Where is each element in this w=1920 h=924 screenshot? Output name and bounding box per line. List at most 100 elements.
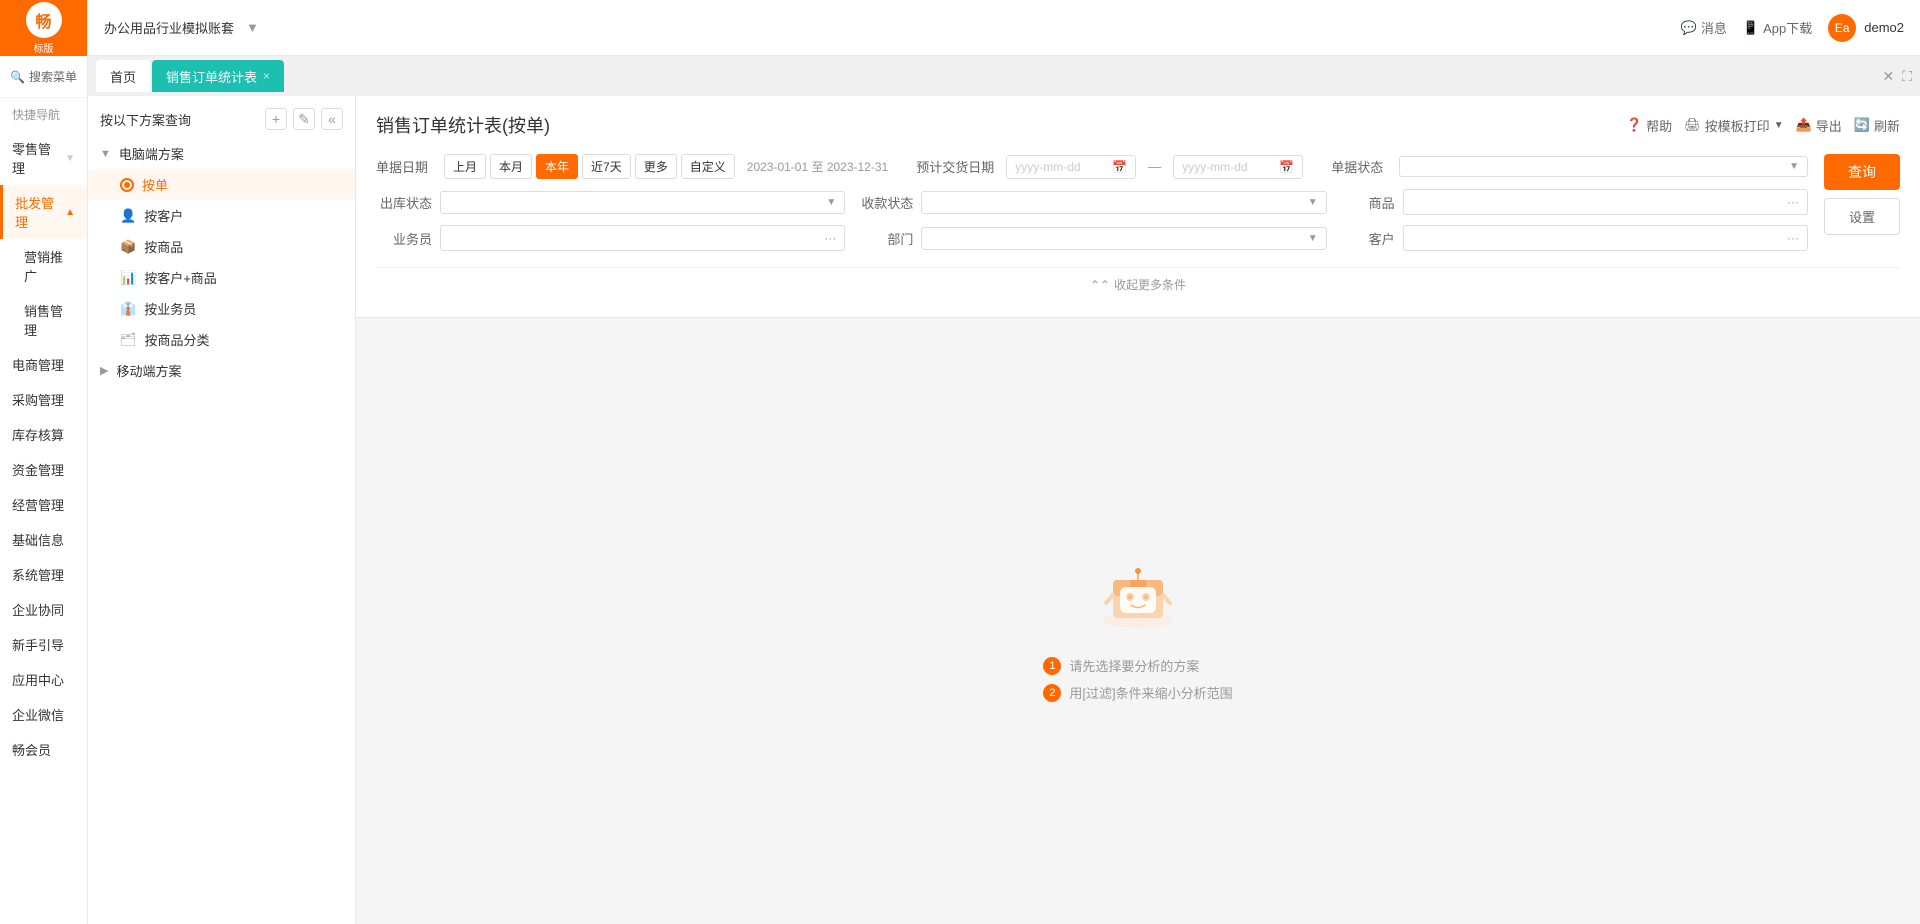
chevron-down-icon-pay: ▼: [1308, 197, 1318, 208]
sidebar-item-label: 零售管理: [12, 139, 57, 177]
sidebar-item-label: 营销推广: [24, 247, 75, 285]
refresh-label: 刷新: [1874, 116, 1900, 135]
avatar-text: Ea: [1835, 21, 1850, 35]
tree-item-by-customer-product[interactable]: 📊 按客户+商品: [88, 262, 355, 293]
expected-date-end[interactable]: yyyy-mm-dd 📅: [1173, 155, 1303, 179]
edit-icon: ✎: [298, 111, 310, 128]
department-label: 部门: [857, 229, 913, 248]
product-field: 商品 ···: [1339, 189, 1808, 215]
tree-item-by-category[interactable]: 🗂 按商品分类: [88, 324, 355, 355]
sidebar-item-system[interactable]: 系统管理: [0, 557, 87, 592]
add-scheme-button[interactable]: +: [265, 108, 287, 130]
tab-sales-stats[interactable]: 销售订单统计表 ×: [152, 60, 284, 92]
sidebar-item-sales[interactable]: 销售管理: [0, 293, 87, 347]
expected-date-label: 预计交货日期: [916, 157, 994, 176]
date-btn-more[interactable]: 更多: [635, 154, 677, 179]
sidebar-item-newbie[interactable]: 新手引导: [0, 627, 87, 662]
payment-status-select[interactable]: ▼: [921, 191, 1326, 214]
export-label: 导出: [1816, 116, 1842, 135]
user-section: Ea demo2: [1828, 14, 1904, 42]
print-icon: 🖨: [1684, 117, 1701, 133]
salesperson-select[interactable]: ···: [440, 225, 845, 251]
sidebar-item-member[interactable]: 畅会员: [0, 732, 87, 767]
chevron-down-icon-dept: ▼: [1308, 233, 1318, 244]
more-icon-product: ···: [1787, 195, 1799, 209]
print-dropdown-icon: ▼: [1774, 120, 1784, 131]
tab-close-icon[interactable]: ×: [263, 69, 270, 83]
sidebar-item-wechat[interactable]: 企业微信: [0, 697, 87, 732]
tree-parent-pc[interactable]: ▼ 电脑端方案: [88, 138, 355, 169]
tree-label-mobile: 移动端方案: [116, 361, 181, 380]
sidebar-item-label: 畅会员: [12, 740, 51, 759]
date-filter-label: 单据日期: [376, 157, 432, 176]
filter-main: 单据日期 上月 本月 本年 近7天 更多 自定义 2023-01-01 至 20…: [376, 154, 1808, 255]
sidebar-item-app-center[interactable]: 应用中心: [0, 662, 87, 697]
collapse-panel-button[interactable]: «: [321, 108, 343, 130]
refresh-button[interactable]: 🔄 刷新: [1854, 116, 1900, 135]
settings-button[interactable]: 设置: [1824, 198, 1900, 235]
export-button[interactable]: 📤 导出: [1796, 116, 1842, 135]
collapse-row: ⌃⌃ 收起更多条件: [376, 267, 1900, 301]
product-select[interactable]: ···: [1403, 189, 1808, 215]
help-button[interactable]: ❓ 帮助: [1626, 116, 1672, 135]
product-icon: 📦: [120, 239, 136, 255]
tree-item-by-customer[interactable]: 👤 按客户: [88, 200, 355, 231]
date-btn-7days[interactable]: 近7天: [582, 154, 631, 179]
sidebar-item-wholesale[interactable]: 批发管理 ▲: [0, 185, 87, 239]
sidebar-item-retail[interactable]: 零售管理 ▼: [0, 131, 87, 185]
status-dropdown-icon: ▼: [1789, 161, 1799, 172]
sidebar-item-label: 企业微信: [12, 705, 64, 724]
date-btn-last-month[interactable]: 上月: [444, 154, 486, 179]
sidebar-item-enterprise[interactable]: 企业协同: [0, 592, 87, 627]
date-btn-this-month[interactable]: 本月: [490, 154, 532, 179]
app-download-button[interactable]: 📱 App下载: [1743, 18, 1812, 37]
sidebar-item-inventory[interactable]: 库存核算: [0, 417, 87, 452]
chevron-down-icon: ▲: [65, 207, 75, 218]
salesperson-label: 业务员: [376, 229, 432, 248]
tree-item-by-product[interactable]: 📦 按商品: [88, 231, 355, 262]
query-button[interactable]: 查询: [1824, 154, 1900, 190]
sidebar-item-marketing[interactable]: 营销推广: [0, 239, 87, 293]
message-button[interactable]: 💬 消息: [1681, 18, 1727, 37]
logo-icon: 畅: [26, 2, 62, 38]
delivery-status-select[interactable]: ▼: [440, 191, 845, 214]
sidebar-item-operations[interactable]: 经营管理: [0, 487, 87, 522]
sidebar-item-purchase[interactable]: 采购管理: [0, 382, 87, 417]
status-select[interactable]: ▼: [1399, 156, 1808, 177]
status-label: 单据状态: [1331, 157, 1387, 176]
tree-item-by-order[interactable]: 按单: [88, 169, 355, 200]
date-btn-this-year[interactable]: 本年: [536, 154, 578, 179]
message-label: 消息: [1701, 18, 1727, 37]
tree-item-label: 按客户: [144, 206, 183, 225]
tab-home[interactable]: 首页: [96, 60, 150, 92]
plus-icon: +: [272, 111, 280, 127]
customer-select[interactable]: ···: [1403, 225, 1808, 251]
sidebar-item-basics[interactable]: 基础信息: [0, 522, 87, 557]
print-button[interactable]: 🖨 按模板打印 ▼: [1684, 116, 1783, 135]
help-label: 帮助: [1646, 116, 1672, 135]
sidebar-item-ecom[interactable]: 电商管理: [0, 347, 87, 382]
date-btn-custom[interactable]: 自定义: [681, 154, 735, 179]
close-window-icon[interactable]: ✕: [1882, 68, 1894, 85]
search-icon: 🔍: [10, 70, 25, 84]
tree-parent-mobile[interactable]: ▶ 移动端方案: [88, 355, 355, 386]
dropdown-icon[interactable]: ▼: [246, 20, 259, 35]
tree-item-label: 按商品: [144, 237, 183, 256]
tree-label: 电脑端方案: [119, 144, 184, 163]
avatar[interactable]: Ea: [1828, 14, 1856, 42]
customer-label: 客户: [1339, 229, 1395, 248]
search-menu-button[interactable]: 🔍 搜索菜单: [6, 64, 81, 89]
tree-item-by-salesperson[interactable]: 👔 按业务员: [88, 293, 355, 324]
maximize-window-icon[interactable]: ⛶: [1902, 68, 1912, 85]
content-area: 按以下方案查询 + ✎ « ▼ 电脑端方案: [88, 96, 1920, 924]
empty-tip-2: 2 用[过滤]条件来缩小分析范围: [1043, 683, 1232, 702]
chevron-right-icon: ▼: [65, 153, 75, 164]
department-select[interactable]: ▼: [921, 227, 1326, 250]
sidebar-item-label: 采购管理: [12, 390, 64, 409]
expected-date-start[interactable]: yyyy-mm-dd 📅: [1006, 155, 1136, 179]
sidebar-item-finance[interactable]: 资金管理: [0, 452, 87, 487]
page-title-text: 销售订单统计表(按单): [376, 112, 550, 138]
collapse-button[interactable]: ⌃⌃ 收起更多条件: [1090, 276, 1186, 293]
edit-scheme-button[interactable]: ✎: [293, 108, 315, 130]
date-range-text: 2023-01-01 至 2023-12-31: [747, 158, 888, 175]
